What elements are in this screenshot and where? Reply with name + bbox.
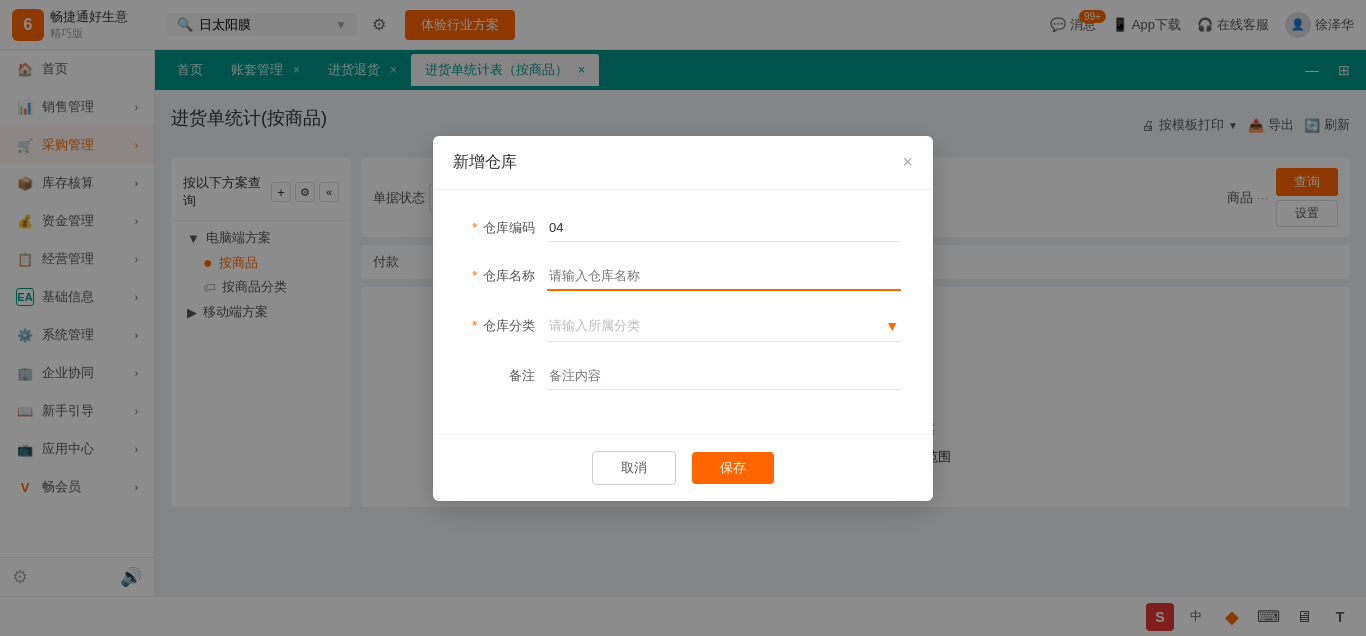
warehouse-category-select[interactable]: 请输入所属分类 ▼ <box>547 311 901 342</box>
modal-close-button[interactable]: × <box>902 152 913 173</box>
warehouse-remark-label: 备注 <box>465 367 535 385</box>
warehouse-code-input[interactable] <box>547 214 901 242</box>
save-button[interactable]: 保存 <box>692 452 774 484</box>
warehouse-name-input[interactable] <box>547 262 901 291</box>
add-warehouse-modal: 新增仓库 × * 仓库编码 * 仓库名称 <box>433 136 933 501</box>
warehouse-remark-input[interactable] <box>547 362 901 390</box>
warehouse-name-row: * 仓库名称 <box>465 262 901 291</box>
modal-title: 新增仓库 <box>453 152 517 173</box>
category-dropdown-icon: ▼ <box>885 318 899 334</box>
modal-header: 新增仓库 × <box>433 136 933 190</box>
required-star2: * <box>472 268 477 283</box>
warehouse-remark-row: 备注 <box>465 362 901 390</box>
warehouse-code-label: * 仓库编码 <box>465 219 535 237</box>
modal-body: * 仓库编码 * 仓库名称 * 仓库分类 请输入所属 <box>433 190 933 434</box>
warehouse-name-label: * 仓库名称 <box>465 267 535 285</box>
warehouse-code-row: * 仓库编码 <box>465 214 901 242</box>
warehouse-category-placeholder: 请输入所属分类 <box>549 317 640 335</box>
modal-overlay: 新增仓库 × * 仓库编码 * 仓库名称 <box>0 0 1366 636</box>
modal-footer: 取消 保存 <box>433 434 933 501</box>
warehouse-category-row: * 仓库分类 请输入所属分类 ▼ <box>465 311 901 342</box>
required-star3: * <box>472 318 477 333</box>
warehouse-category-label: * 仓库分类 <box>465 317 535 335</box>
required-star1: * <box>472 220 477 235</box>
cancel-button[interactable]: 取消 <box>592 451 676 485</box>
